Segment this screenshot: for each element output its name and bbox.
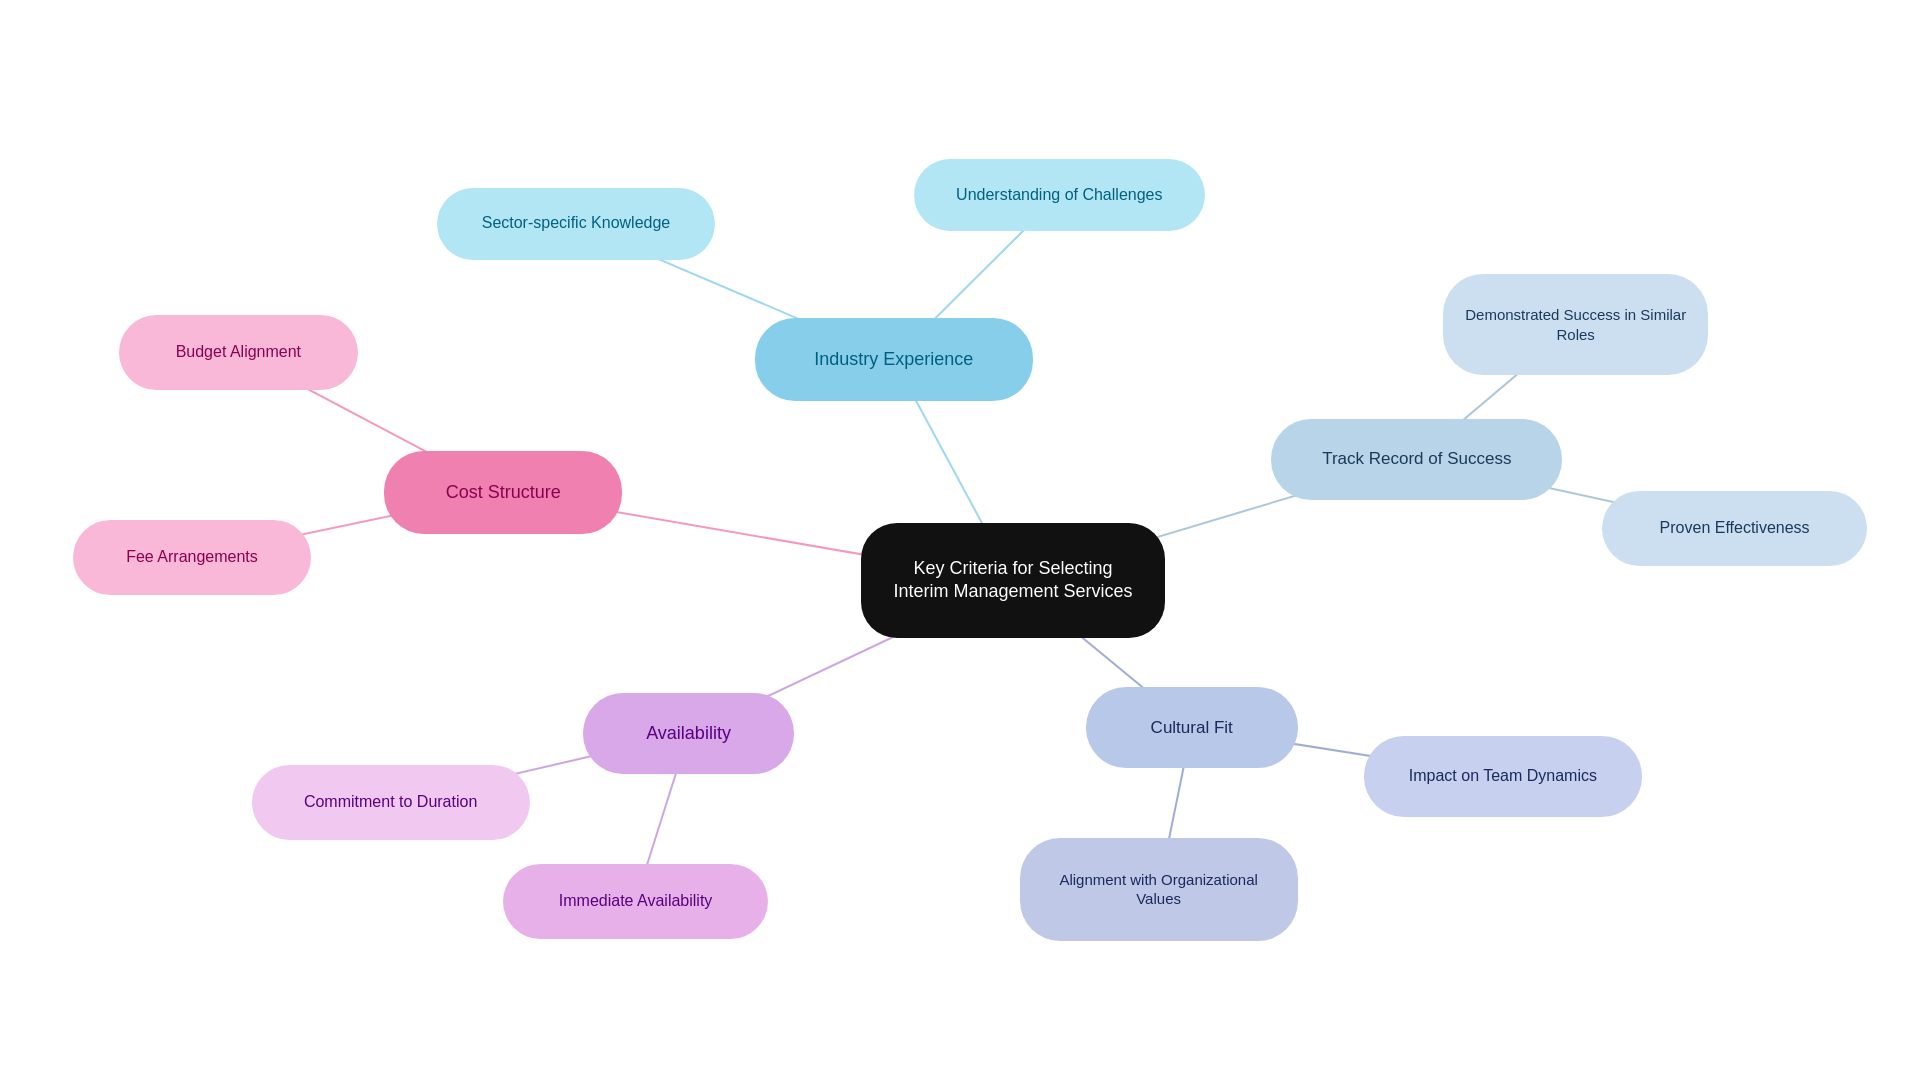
- node-track: Track Record of Success: [1271, 419, 1562, 500]
- node-challenges: Understanding of Challenges: [914, 159, 1205, 231]
- node-fee: Fee Arrangements: [73, 520, 311, 595]
- node-immediate: Immediate Availability: [503, 864, 768, 939]
- node-sector: Sector-specific Knowledge: [437, 188, 715, 260]
- node-commitment: Commitment to Duration: [252, 765, 530, 840]
- node-cultural: Cultural Fit: [1086, 687, 1298, 768]
- center-node: Key Criteria for Selecting Interim Manag…: [861, 523, 1166, 639]
- node-proven: Proven Effectiveness: [1602, 491, 1867, 566]
- node-industry: Industry Experience: [755, 318, 1033, 402]
- node-impact: Impact on Team Dynamics: [1364, 736, 1642, 817]
- node-budget: Budget Alignment: [119, 315, 357, 390]
- node-demonstrated: Demonstrated Success in Similar Roles: [1443, 274, 1708, 375]
- node-cost: Cost Structure: [384, 451, 622, 535]
- node-alignment: Alignment with Organizational Values: [1020, 838, 1298, 942]
- node-availability: Availability: [583, 693, 795, 774]
